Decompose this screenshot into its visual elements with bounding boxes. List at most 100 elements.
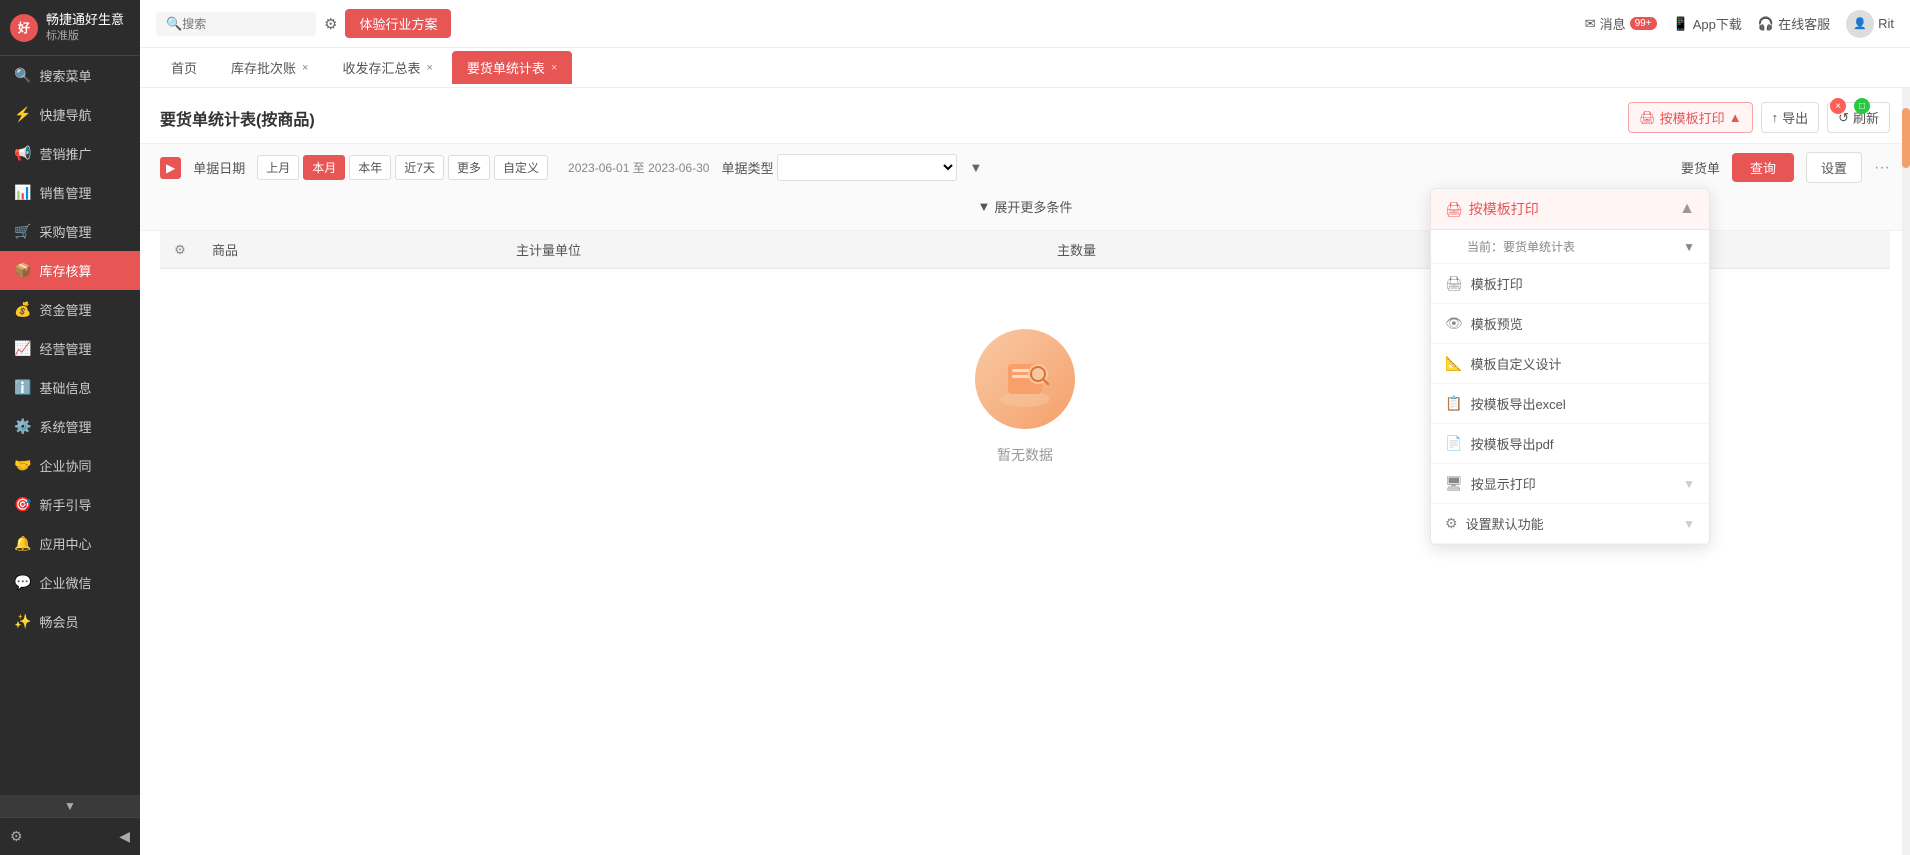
tab-close-inventory-batch[interactable]: ×	[302, 62, 308, 74]
nav-icon-quick-nav: ⚡	[14, 106, 31, 123]
nav-icon-search: 🔍	[14, 67, 31, 84]
filter-row-1: ▶ 单据日期 上月 本月 本年 近7天 更多 自定义 2023-06-01 至 …	[160, 152, 1890, 183]
sidebar-item-collab[interactable]: 🤝企业协同	[0, 446, 140, 485]
sidebar-item-guide[interactable]: 🎯新手引导	[0, 485, 140, 524]
tab-label-inventory-batch: 库存批次账	[231, 58, 296, 77]
topbar-search-box[interactable]: 🔍	[156, 12, 316, 36]
user-name: Rit	[1878, 16, 1894, 31]
date-filter-label: 单据日期	[193, 158, 245, 177]
sidebar-item-wechat[interactable]: 💬企业微信	[0, 563, 140, 602]
nav-icon-purchase: 🛒	[14, 223, 31, 240]
date-btn-this-year[interactable]: 本年	[349, 155, 391, 180]
dropdown-current: 当前：要货单统计表 ▼	[1431, 230, 1709, 264]
query-button[interactable]: 查询	[1732, 153, 1794, 182]
app-download-icon: 📱	[1673, 16, 1689, 32]
tab-order-stats[interactable]: 要货单统计表×	[452, 51, 572, 84]
settings-filter-button[interactable]: 设置	[1806, 152, 1862, 183]
tab-collect-summary[interactable]: 收发存汇总表 ×	[327, 51, 447, 84]
dropdown-item-label-default-func: 设置默认功能	[1466, 514, 1544, 533]
message-item[interactable]: ✉ 消息 99+	[1585, 14, 1657, 33]
chevron-up-icon: ▲	[1729, 110, 1742, 125]
sidebar-item-quick-nav[interactable]: ⚡快捷导航	[0, 95, 140, 134]
print-template-button[interactable]: 🖨 按模板打印 ▲	[1628, 102, 1752, 133]
col-goods-header: 商品	[200, 231, 504, 269]
app-download-item[interactable]: 📱 App下载	[1673, 14, 1742, 33]
page-content: 要货单统计表(按商品) 🖨 按模板打印 ▲ ↑ 导出 ↺ 刷新	[140, 88, 1910, 855]
order-goods-label: 要货单	[1681, 158, 1720, 177]
dropdown-item-label-template-preview: 模板预览	[1471, 314, 1523, 333]
user-item[interactable]: 👤 Rit	[1846, 10, 1894, 38]
sidebar-item-finance[interactable]: 💰资金管理	[0, 290, 140, 329]
current-arrow: ▼	[1683, 240, 1695, 254]
sidebar-item-sales[interactable]: 📊销售管理	[0, 173, 140, 212]
nav-label-sales: 销售管理	[39, 183, 91, 202]
dropdown-item-template-custom[interactable]: 📐 模板自定义设计	[1431, 344, 1709, 384]
sidebar-scroll-down[interactable]: ▼	[0, 795, 140, 817]
sidebar-footer: ⚙ ◀	[0, 817, 140, 855]
sidebar-item-marketing[interactable]: 📢营销推广	[0, 134, 140, 173]
sidebar-item-basic[interactable]: ℹ️基础信息	[0, 368, 140, 407]
sidebar-item-system[interactable]: ⚙️系统管理	[0, 407, 140, 446]
sidebar-item-search[interactable]: 🔍 搜索菜单	[0, 56, 140, 95]
dropdown-item-icon-default-func: ⚙	[1445, 515, 1458, 532]
nav-icon-finance: 💰	[14, 301, 31, 318]
app-name: 畅捷通好生意	[46, 12, 124, 29]
sidebar-item-apps[interactable]: 🔔应用中心	[0, 524, 140, 563]
sidebar-item-member[interactable]: ✨畅会员	[0, 602, 140, 641]
sidebar-item-operation[interactable]: 📈经营管理	[0, 329, 140, 368]
dropdown-header: 🖨 按模板打印 ▲	[1431, 189, 1709, 230]
dropdown-item-template-export-pdf[interactable]: 📄 按模板导出pdf	[1431, 424, 1709, 464]
dropdown-item-left-template-export-pdf: 📄 按模板导出pdf	[1445, 434, 1554, 453]
col-gear-header: ⚙	[160, 231, 200, 269]
online-service-item[interactable]: 🎧 在线客服	[1758, 14, 1830, 33]
trial-button[interactable]: 体验行业方案	[345, 9, 451, 38]
tab-home[interactable]: 首页	[156, 51, 212, 84]
date-btn-this-month[interactable]: 本月	[303, 155, 345, 180]
window-close-button[interactable]: ×	[1830, 98, 1846, 114]
sidebar-item-inventory[interactable]: 📦库存核算	[0, 251, 140, 290]
nav-label-operation: 经营管理	[39, 339, 91, 358]
page-header: 要货单统计表(按商品) 🖨 按模板打印 ▲ ↑ 导出 ↺ 刷新	[140, 88, 1910, 143]
dropdown-item-default-func[interactable]: ⚙ 设置默认功能 ▼	[1431, 504, 1709, 544]
tab-close-order-stats[interactable]: ×	[551, 62, 557, 74]
dropdown-item-template-print[interactable]: 🖨 模板打印	[1431, 264, 1709, 304]
more-options-icon[interactable]: ···	[1874, 159, 1890, 177]
gear-col-icon[interactable]: ⚙	[174, 242, 186, 257]
date-btn-prev-month[interactable]: 上月	[257, 155, 299, 180]
nav-label-guide: 新手引导	[39, 495, 91, 514]
dropdown-item-label-display-print: 按显示打印	[1471, 474, 1536, 493]
dropdown-item-template-preview[interactable]: 👁 模板预览	[1431, 304, 1709, 344]
tab-close-collect-summary[interactable]: ×	[426, 62, 432, 74]
sidebar-item-purchase[interactable]: 🛒采购管理	[0, 212, 140, 251]
empty-icon	[975, 329, 1075, 429]
nav-label-system: 系统管理	[39, 417, 91, 436]
tab-label-collect-summary: 收发存汇总表	[342, 58, 420, 77]
search-input[interactable]	[182, 17, 282, 31]
window-maximize-button[interactable]: □	[1854, 98, 1870, 114]
date-btn-7days[interactable]: 近7天	[395, 155, 444, 180]
dropdown-item-display-print[interactable]: 🖥 按显示打印 ▼	[1431, 464, 1709, 504]
collapse-button[interactable]: ◀	[119, 828, 130, 845]
dropdown-item-left-template-custom: 📐 模板自定义设计	[1445, 354, 1561, 373]
dropdown-items: 🖨 模板打印 👁 模板预览 📐 模板自定义设计 📋 按模板导出excel 📄 按…	[1431, 264, 1709, 544]
dropdown-close-button[interactable]: ▲	[1679, 200, 1695, 218]
search-icon: 🔍	[166, 16, 182, 32]
dropdown-item-icon-template-export-pdf: 📄	[1445, 435, 1462, 452]
date-btn-custom[interactable]: 自定义	[494, 155, 548, 180]
tab-inventory-batch[interactable]: 库存批次账 ×	[216, 51, 323, 84]
order-type-select[interactable]	[777, 154, 957, 181]
date-btn-more[interactable]: 更多	[448, 155, 490, 180]
dropdown-item-template-export-excel[interactable]: 📋 按模板导出excel	[1431, 384, 1709, 424]
nav-label-search: 搜索菜单	[39, 66, 91, 85]
topbar: 🔍 ⚙ 体验行业方案 ✉ 消息 99+ 📱 App下载 🎧 在线客服 👤	[140, 0, 1910, 48]
settings-button[interactable]: ⚙	[10, 828, 23, 845]
filter-toggle[interactable]: ▶	[160, 157, 181, 179]
dropdown-item-icon-template-export-excel: 📋	[1445, 395, 1462, 412]
message-label: 消息	[1600, 14, 1626, 33]
nav-label-inventory: 库存核算	[39, 261, 91, 280]
export-button[interactable]: ↑ 导出	[1761, 102, 1820, 133]
gear-icon[interactable]: ⚙	[324, 15, 337, 33]
dropdown-item-label-template-print: 模板打印	[1471, 274, 1523, 293]
nav-label-wechat: 企业微信	[39, 573, 91, 592]
scroll-indicator[interactable]	[1902, 88, 1910, 855]
